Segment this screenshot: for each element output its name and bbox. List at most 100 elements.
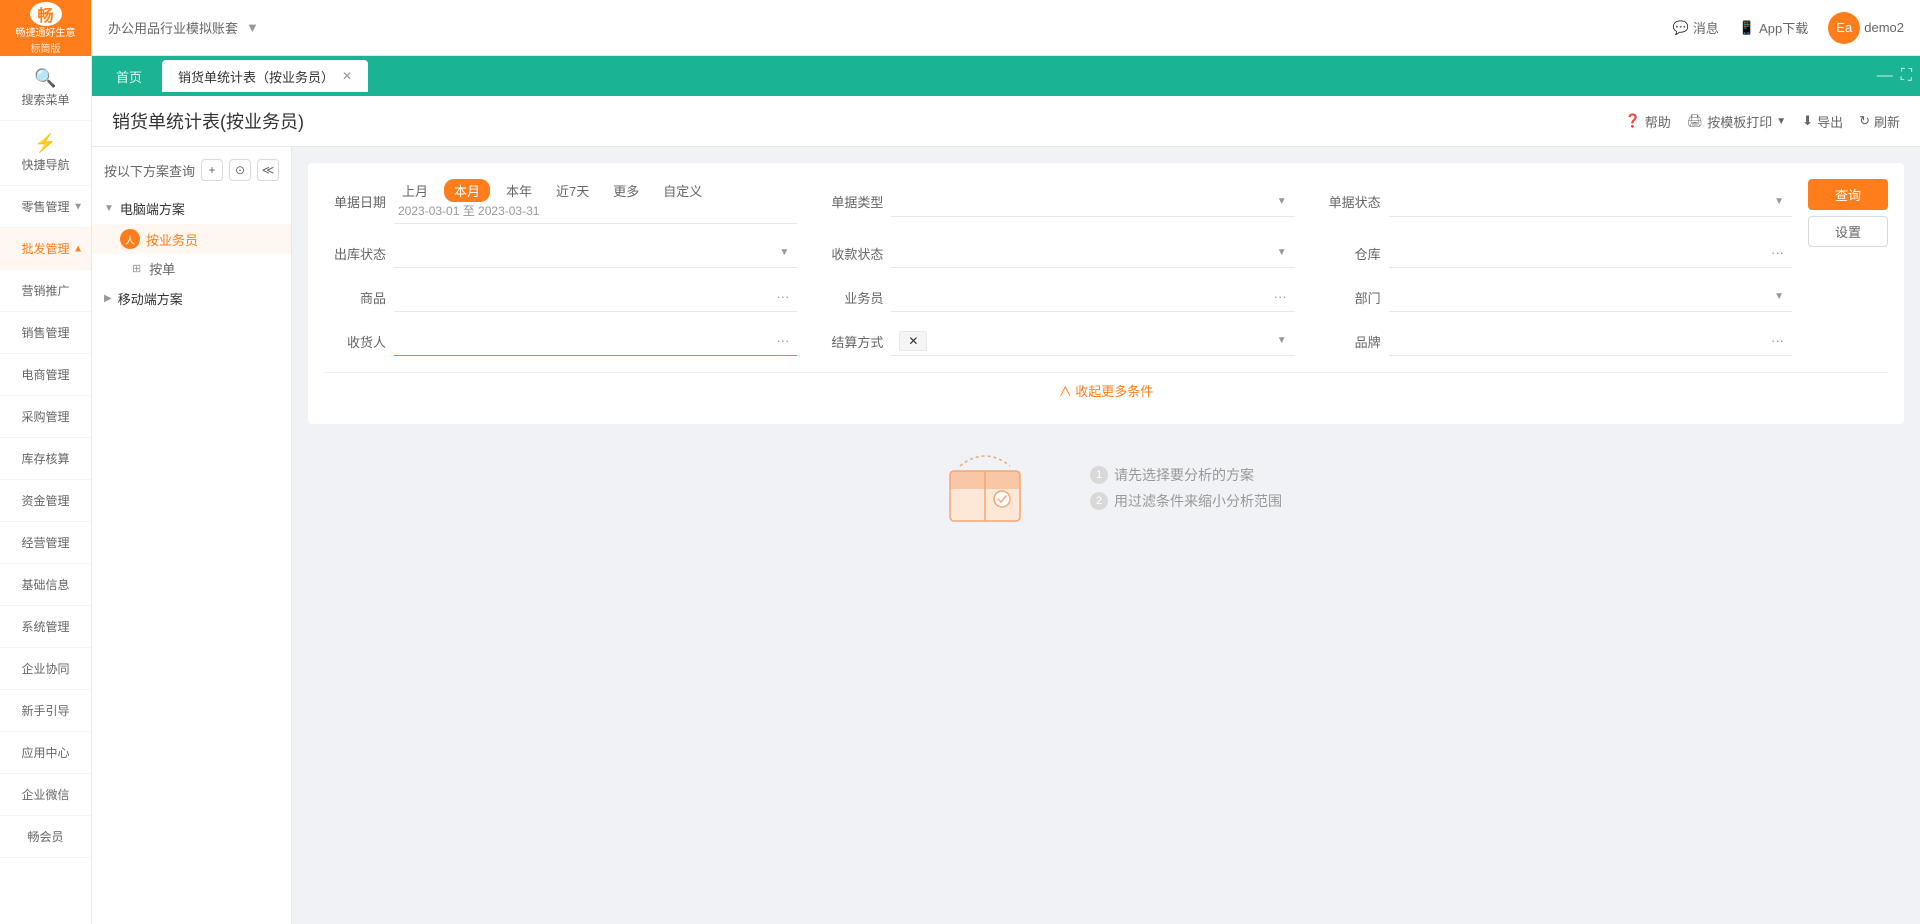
sidebar-item-inventory[interactable]: 库存核算: [0, 438, 91, 480]
recipient-label: 收货人: [324, 332, 394, 351]
sidebar-item-sales[interactable]: 销售管理: [0, 312, 91, 354]
current-account: 办公用品行业模拟账套: [108, 18, 238, 37]
tab-actions: — ⛶: [1877, 67, 1912, 85]
recipient-cell: 收货人 ···: [324, 326, 797, 356]
tab-home[interactable]: 首页: [100, 60, 158, 92]
edit-scheme-btn[interactable]: ⊙: [229, 159, 251, 181]
sidebar-item-business[interactable]: 经营管理: [0, 522, 91, 564]
tab-maximize-btn[interactable]: ⛶: [1901, 67, 1912, 85]
date-btn-7days[interactable]: 近7天: [548, 179, 597, 202]
app-logo: 畅 畅捷通好生意 标筒版: [0, 0, 91, 56]
sidebar-item-retail[interactable]: 零售管理 ▼: [0, 186, 91, 228]
receipt-status-select[interactable]: ▼: [891, 238, 1294, 268]
help-btn[interactable]: ❓ 帮助: [1625, 112, 1671, 131]
print-btn[interactable]: 🖨 按模板打印 ▼: [1687, 112, 1786, 131]
date-btn-custom[interactable]: 自定义: [655, 179, 710, 202]
doc-status-label: 单据状态: [1319, 192, 1389, 211]
tree-section: ▼ 电脑端方案 人 按业务员 ⊞ 按单 ▶ 移动端方案: [92, 193, 291, 314]
tab-close-btn[interactable]: ✕: [342, 69, 352, 83]
tree-child-by-salesperson[interactable]: 人 按业务员: [92, 224, 291, 254]
logo-icon: 畅: [30, 2, 62, 26]
out-status-select[interactable]: ▼: [394, 238, 797, 268]
refresh-btn[interactable]: ↻ 刷新: [1859, 112, 1900, 131]
sidebar-item-wholesale[interactable]: 批发管理 ▲: [0, 228, 91, 270]
settlement-select[interactable]: ✕ ▼: [891, 326, 1294, 356]
sidebar-item-appstore[interactable]: 应用中心: [0, 732, 91, 774]
settlement-tag-close[interactable]: ✕: [908, 334, 918, 348]
print-dropdown-icon[interactable]: ▼: [1776, 116, 1786, 127]
doc-type-cell: 单据类型 ▼: [821, 187, 1294, 217]
date-btn-this-month[interactable]: 本月: [444, 179, 490, 202]
sidebar-item-member[interactable]: 畅会员: [0, 816, 91, 858]
brand-dots[interactable]: ···: [1771, 333, 1784, 348]
sidebar: 畅 畅捷通好生意 标筒版 🔍 搜索菜单 ⚡ 快捷导航 零售管理 ▼ 批发管理 ▲…: [0, 0, 92, 924]
add-scheme-btn[interactable]: +: [201, 159, 223, 181]
receipt-status-arrow: ▼: [1277, 247, 1287, 258]
setting-btn[interactable]: 设置: [1808, 216, 1888, 247]
date-btn-last-month[interactable]: 上月: [394, 179, 436, 202]
tab-minimize-btn[interactable]: —: [1877, 67, 1893, 85]
header-left: 办公用品行业模拟账套 ▼: [108, 18, 259, 37]
product-input[interactable]: ···: [394, 282, 797, 312]
tab-report[interactable]: 销货单统计表（按业务员） ✕: [162, 60, 368, 92]
warehouse-input[interactable]: ···: [1389, 238, 1792, 268]
department-select[interactable]: ▼: [1389, 282, 1792, 312]
date-range-display: 2023-03-01 至 2023-03-31: [398, 202, 797, 219]
tab-bar: 首页 销货单统计表（按业务员） ✕ — ⛶: [92, 56, 1920, 96]
sidebar-item-search[interactable]: 🔍 搜索菜单: [0, 56, 91, 121]
doc-status-select[interactable]: ▼: [1389, 187, 1792, 217]
brand-input[interactable]: ···: [1389, 326, 1792, 356]
dropdown-icon[interactable]: ▼: [246, 20, 259, 35]
user-avatar-btn[interactable]: Ea demo2: [1828, 12, 1904, 44]
sidebar-item-basic[interactable]: 基础信息: [0, 564, 91, 606]
product-label: 商品: [324, 288, 394, 307]
page-content: 销货单统计表(按业务员) ❓ 帮助 🖨 按模板打印 ▼ ⬇ 导出 ↻ 刷新: [92, 96, 1920, 924]
recipient-dots[interactable]: ···: [776, 333, 789, 348]
page-title: 销货单统计表(按业务员): [112, 108, 304, 134]
message-icon: 💬: [1673, 20, 1689, 36]
out-status-cell: 出库状态 ▼: [324, 238, 797, 268]
tree-item-mobile[interactable]: ▶ 移动端方案: [92, 283, 291, 314]
query-btn[interactable]: 查询: [1808, 179, 1888, 210]
receipt-status-label: 收款状态: [821, 244, 891, 263]
sidebar-item-marketing[interactable]: 营销推广: [0, 270, 91, 312]
salesperson-cell: 业务员 ···: [821, 282, 1294, 312]
collapse-conditions-btn[interactable]: ∧ 收起更多条件: [324, 372, 1888, 408]
sidebar-item-purchase[interactable]: 采购管理: [0, 396, 91, 438]
sidebar-item-finance[interactable]: 资金管理: [0, 480, 91, 522]
page-header: 销货单统计表(按业务员) ❓ 帮助 🖨 按模板打印 ▼ ⬇ 导出 ↻ 刷新: [92, 96, 1920, 147]
hint1: 请先选择要分析的方案: [1114, 465, 1254, 485]
department-label: 部门: [1319, 288, 1389, 307]
app-version: 标筒版: [31, 40, 61, 55]
product-dots[interactable]: ···: [776, 289, 789, 304]
warehouse-dots[interactable]: ···: [1771, 245, 1784, 260]
settlement-tag: ✕: [899, 331, 927, 351]
date-btn-more[interactable]: 更多: [605, 179, 647, 202]
doc-status-arrow: ▼: [1774, 196, 1784, 207]
app-download-btn[interactable]: 📱 App下载: [1739, 18, 1808, 37]
salesperson-dots[interactable]: ···: [1274, 289, 1287, 304]
department-cell: 部门 ▼: [1319, 282, 1792, 312]
message-btn[interactable]: 💬 消息: [1673, 18, 1719, 37]
doc-type-select[interactable]: ▼: [891, 187, 1294, 217]
sidebar-item-quick-nav[interactable]: ⚡ 快捷导航: [0, 121, 91, 186]
warehouse-cell: 仓库 ···: [1319, 238, 1792, 268]
settlement-arrow: ▼: [1277, 335, 1287, 346]
settlement-cell: 结算方式 ✕ ▼: [821, 326, 1294, 356]
sidebar-item-system[interactable]: 系统管理: [0, 606, 91, 648]
print-icon: 🖨: [1687, 113, 1704, 129]
tree-item-desktop[interactable]: ▼ 电脑端方案: [92, 193, 291, 224]
sidebar-item-enterprise[interactable]: 企业协同: [0, 648, 91, 690]
date-btn-this-year[interactable]: 本年: [498, 179, 540, 202]
sidebar-item-wechat[interactable]: 企业微信: [0, 774, 91, 816]
sidebar-item-ecommerce[interactable]: 电商管理: [0, 354, 91, 396]
recipient-input[interactable]: ···: [394, 326, 797, 356]
salesperson-input[interactable]: ···: [891, 282, 1294, 312]
export-btn[interactable]: ⬇ 导出: [1802, 112, 1843, 131]
collapse-panel-btn[interactable]: ≪: [257, 159, 279, 181]
date-bar: 上月 本月 本年 近7天 更多 自定义: [394, 179, 797, 202]
filter-actions: 查询 设置: [1808, 179, 1888, 247]
sidebar-item-guide[interactable]: 新手引导: [0, 690, 91, 732]
receipt-status-cell: 收款状态 ▼: [821, 238, 1294, 268]
tree-sub-child-by-order[interactable]: ⊞ 按单: [92, 254, 291, 283]
